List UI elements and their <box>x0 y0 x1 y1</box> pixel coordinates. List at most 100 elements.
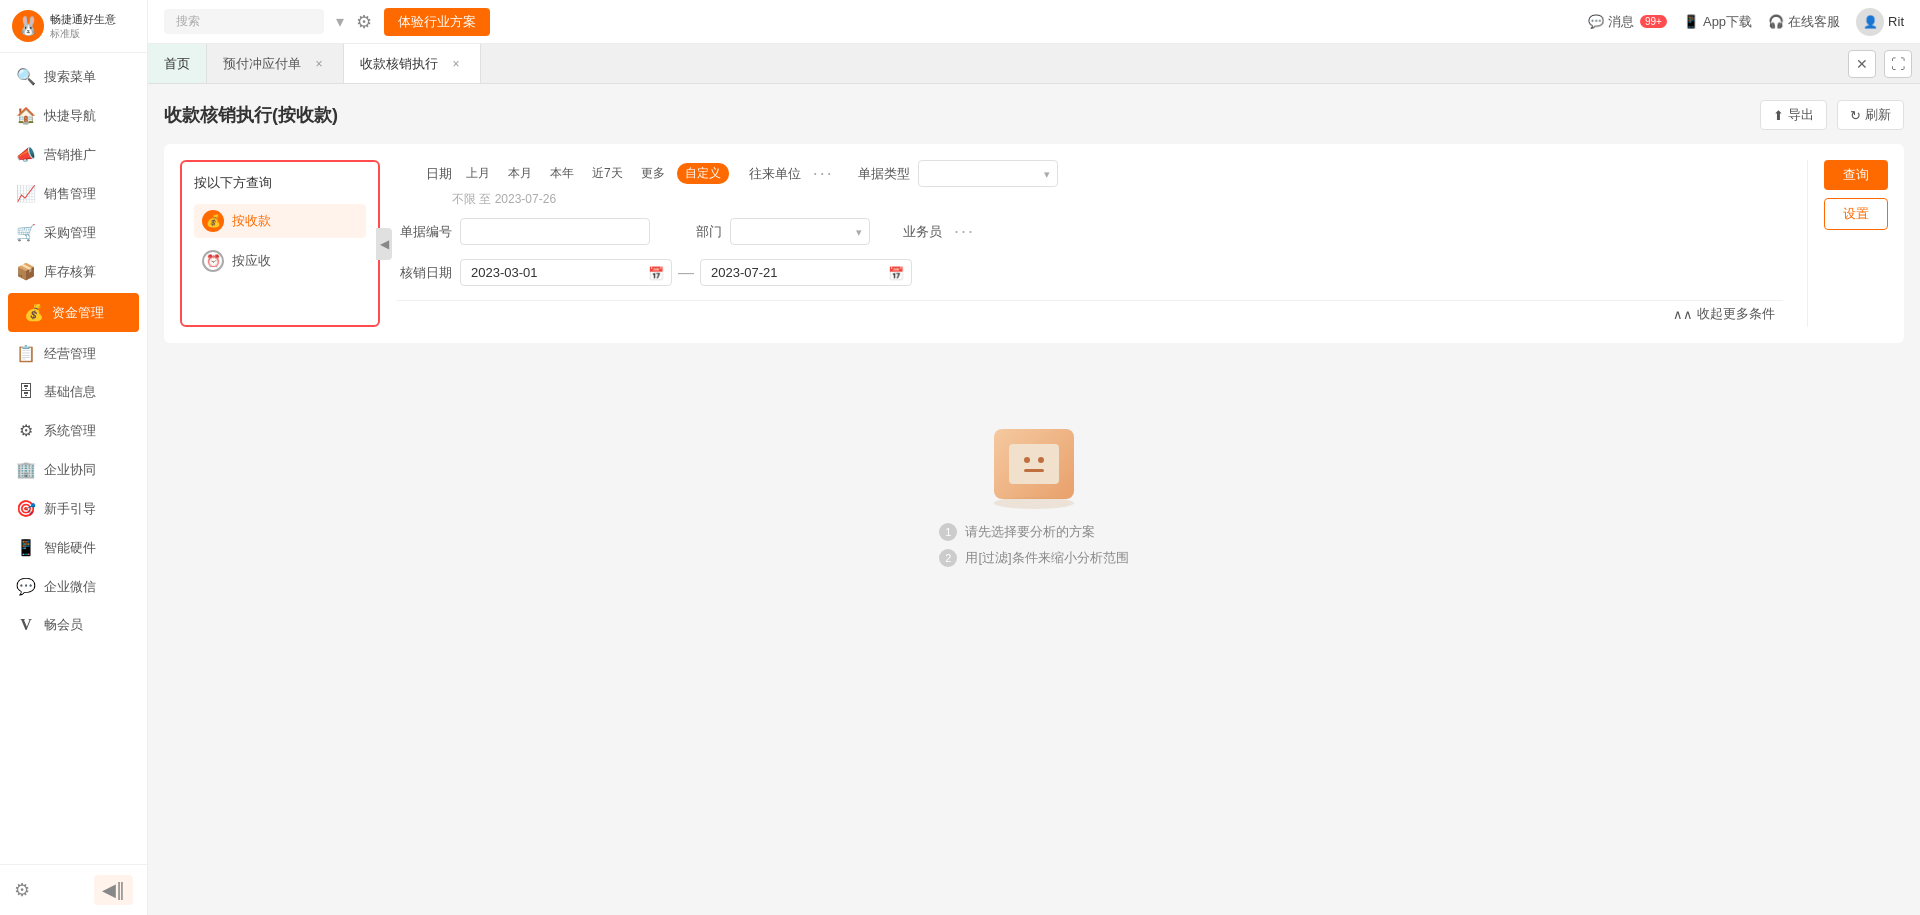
user-info[interactable]: 👤 Rit <box>1856 8 1904 36</box>
filter-option-by-receivable[interactable]: ⏰ 按应收 <box>194 244 366 278</box>
empty-eyes <box>1024 457 1044 463</box>
filter-option-by-receipt[interactable]: 💰 按收款 <box>194 204 366 238</box>
header-right: 💬 消息 99+ 📱 App下载 🎧 在线客服 👤 Rit <box>1588 8 1904 36</box>
solution-button[interactable]: 体验行业方案 <box>384 8 490 36</box>
date-btn-this-year[interactable]: 本年 <box>544 163 580 184</box>
sidebar-item-quick-nav[interactable]: 🏠 快捷导航 <box>0 96 147 135</box>
filter-row-3: 核销日期 — <box>396 259 1783 286</box>
filter-row-2: 单据编号 部门 <box>396 218 1783 245</box>
query-button[interactable]: 查询 <box>1824 160 1888 190</box>
sidebar-item-basic-info[interactable]: 🗄 基础信息 <box>0 373 147 411</box>
date-nolimit-text: 不限 至 2023-07-26 <box>452 192 556 206</box>
collapse-filter-left-button[interactable]: ◀ <box>376 228 392 260</box>
tab-receipt[interactable]: 收款核销执行 × <box>344 44 481 83</box>
tab-home[interactable]: 首页 <box>148 44 207 83</box>
message-item[interactable]: 💬 消息 99+ <box>1588 13 1667 31</box>
sidebar-item-hardware[interactable]: 📱 智能硬件 <box>0 528 147 567</box>
right-eye <box>1038 457 1044 463</box>
inventory-icon: 📦 <box>16 262 36 281</box>
sidebar-item-system[interactable]: ⚙ 系统管理 <box>0 411 147 450</box>
expand-tab-button[interactable]: ⛶ <box>1884 50 1912 78</box>
sidebar: 🐰 畅捷通好生意 标准版 🔍 搜索菜单 🏠 快捷导航 📣 营销推广 📈 销售管理… <box>0 0 148 915</box>
collapse-more-button[interactable]: ∧∧ 收起更多条件 <box>396 300 1783 327</box>
tip-number-1: 1 <box>939 523 957 541</box>
verify-date-start-wrapper <box>460 259 672 286</box>
verify-date-field-group: 核销日期 — <box>396 259 912 286</box>
tab-bar: 首页 预付冲应付单 × 收款核销执行 × ✕ ⛶ <box>148 44 1920 84</box>
home-icon: 🏠 <box>16 106 36 125</box>
sidebar-item-finance[interactable]: 💰 资金管理 <box>8 293 139 332</box>
logo-icon: 🐰 <box>12 10 44 42</box>
enterprise-icon: 🏢 <box>16 460 36 479</box>
export-button[interactable]: ⬆ 导出 <box>1760 100 1827 130</box>
logo-text: 畅捷通好生意 标准版 <box>50 12 116 39</box>
verify-date-label: 核销日期 <box>396 264 452 282</box>
empty-shadow <box>994 497 1074 509</box>
online-service-item[interactable]: 🎧 在线客服 <box>1768 13 1840 31</box>
date-btn-last-month[interactable]: 上月 <box>460 163 496 184</box>
receipt-icon: 💰 <box>202 210 224 232</box>
filter-left-title: 按以下方查询 <box>194 174 366 192</box>
date-field-group: 日期 上月 本月 本年 近7天 更多 自定义 <box>396 163 729 184</box>
app-download-icon: 📱 <box>1683 14 1699 29</box>
verify-date-start-input[interactable] <box>460 259 672 286</box>
sidebar-nav: 🔍 搜索菜单 🏠 快捷导航 📣 营销推广 📈 销售管理 🛒 采购管理 📦 库存核… <box>0 53 147 864</box>
purchase-icon: 🛒 <box>16 223 36 242</box>
sidebar-item-purchase[interactable]: 🛒 采购管理 <box>0 213 147 252</box>
settings-icon[interactable]: ⚙ <box>14 879 30 901</box>
refresh-icon: ↻ <box>1850 108 1861 123</box>
settings-button[interactable]: 设置 <box>1824 198 1888 230</box>
query-btn-col: 查询 设置 <box>1807 160 1888 327</box>
close-tab-button[interactable]: ✕ <box>1848 50 1876 78</box>
order-type-field-group: 单据类型 <box>854 160 1058 187</box>
sidebar-item-guide[interactable]: 🎯 新手引导 <box>0 489 147 528</box>
search-box[interactable]: 搜索 <box>164 9 324 34</box>
sidebar-item-business[interactable]: 📋 经营管理 <box>0 334 147 373</box>
clock-icon: ⏰ <box>202 250 224 272</box>
tab-close-prepay[interactable]: × <box>311 56 327 72</box>
sidebar-item-marketing[interactable]: 📣 营销推广 <box>0 135 147 174</box>
date-btn-custom[interactable]: 自定义 <box>677 163 729 184</box>
order-no-input[interactable] <box>460 218 650 245</box>
sidebar-item-member[interactable]: V 畅会员 <box>0 606 147 644</box>
tab-prepay[interactable]: 预付冲应付单 × <box>207 44 344 83</box>
staff-dots[interactable]: ··· <box>950 221 979 242</box>
counterpart-dots[interactable]: ··· <box>809 163 838 184</box>
tab-close-receipt[interactable]: × <box>448 56 464 72</box>
system-icon: ⚙ <box>16 421 36 440</box>
refresh-button[interactable]: ↻ 刷新 <box>1837 100 1904 130</box>
date-btn-7days[interactable]: 近7天 <box>586 163 629 184</box>
sidebar-item-search[interactable]: 🔍 搜索菜单 <box>0 57 147 96</box>
sidebar-item-inventory[interactable]: 📦 库存核算 <box>0 252 147 291</box>
date-label: 日期 <box>396 165 452 183</box>
staff-label: 业务员 <box>886 223 942 241</box>
date-btn-this-month[interactable]: 本月 <box>502 163 538 184</box>
collapse-sidebar-button[interactable]: ◀‖ <box>94 875 133 905</box>
member-icon: V <box>16 616 36 634</box>
verify-date-end-input[interactable] <box>700 259 912 286</box>
page-actions: ⬆ 导出 ↻ 刷新 <box>1760 100 1904 130</box>
dept-label: 部门 <box>666 223 722 241</box>
date-quick-btns: 上月 本月 本年 近7天 更多 自定义 <box>460 163 729 184</box>
search-icon: 🔍 <box>16 67 36 86</box>
empty-tip-2: 2 用[过滤]条件来缩小分析范围 <box>939 549 1128 567</box>
filter-right: 日期 上月 本月 本年 近7天 更多 自定义 <box>396 160 1888 327</box>
sidebar-item-wechat[interactable]: 💬 企业微信 <box>0 567 147 606</box>
sidebar-item-enterprise[interactable]: 🏢 企业协同 <box>0 450 147 489</box>
header-gear-icon[interactable]: ⚙ <box>356 11 372 33</box>
date-nolimit-row: 不限 至 2023-07-26 <box>452 191 1783 208</box>
date-btn-more[interactable]: 更多 <box>635 163 671 184</box>
order-type-label: 单据类型 <box>854 165 910 183</box>
search-dropdown-icon[interactable]: ▾ <box>336 12 344 31</box>
order-type-select[interactable] <box>918 160 1058 187</box>
empty-state: 1 请先选择要分析的方案 2 用[过滤]条件来缩小分析范围 <box>164 359 1904 607</box>
sidebar-item-sales[interactable]: 📈 销售管理 <box>0 174 147 213</box>
message-icon: 💬 <box>1588 14 1604 29</box>
counterpart-field-group: 往来单位 ··· <box>745 163 838 184</box>
sales-icon: 📈 <box>16 184 36 203</box>
empty-mouth <box>1024 469 1044 472</box>
chevron-up-icon: ∧∧ <box>1673 307 1693 322</box>
date-range-dash: — <box>678 264 694 282</box>
app-download-item[interactable]: 📱 App下载 <box>1683 13 1752 31</box>
dept-select[interactable] <box>730 218 870 245</box>
